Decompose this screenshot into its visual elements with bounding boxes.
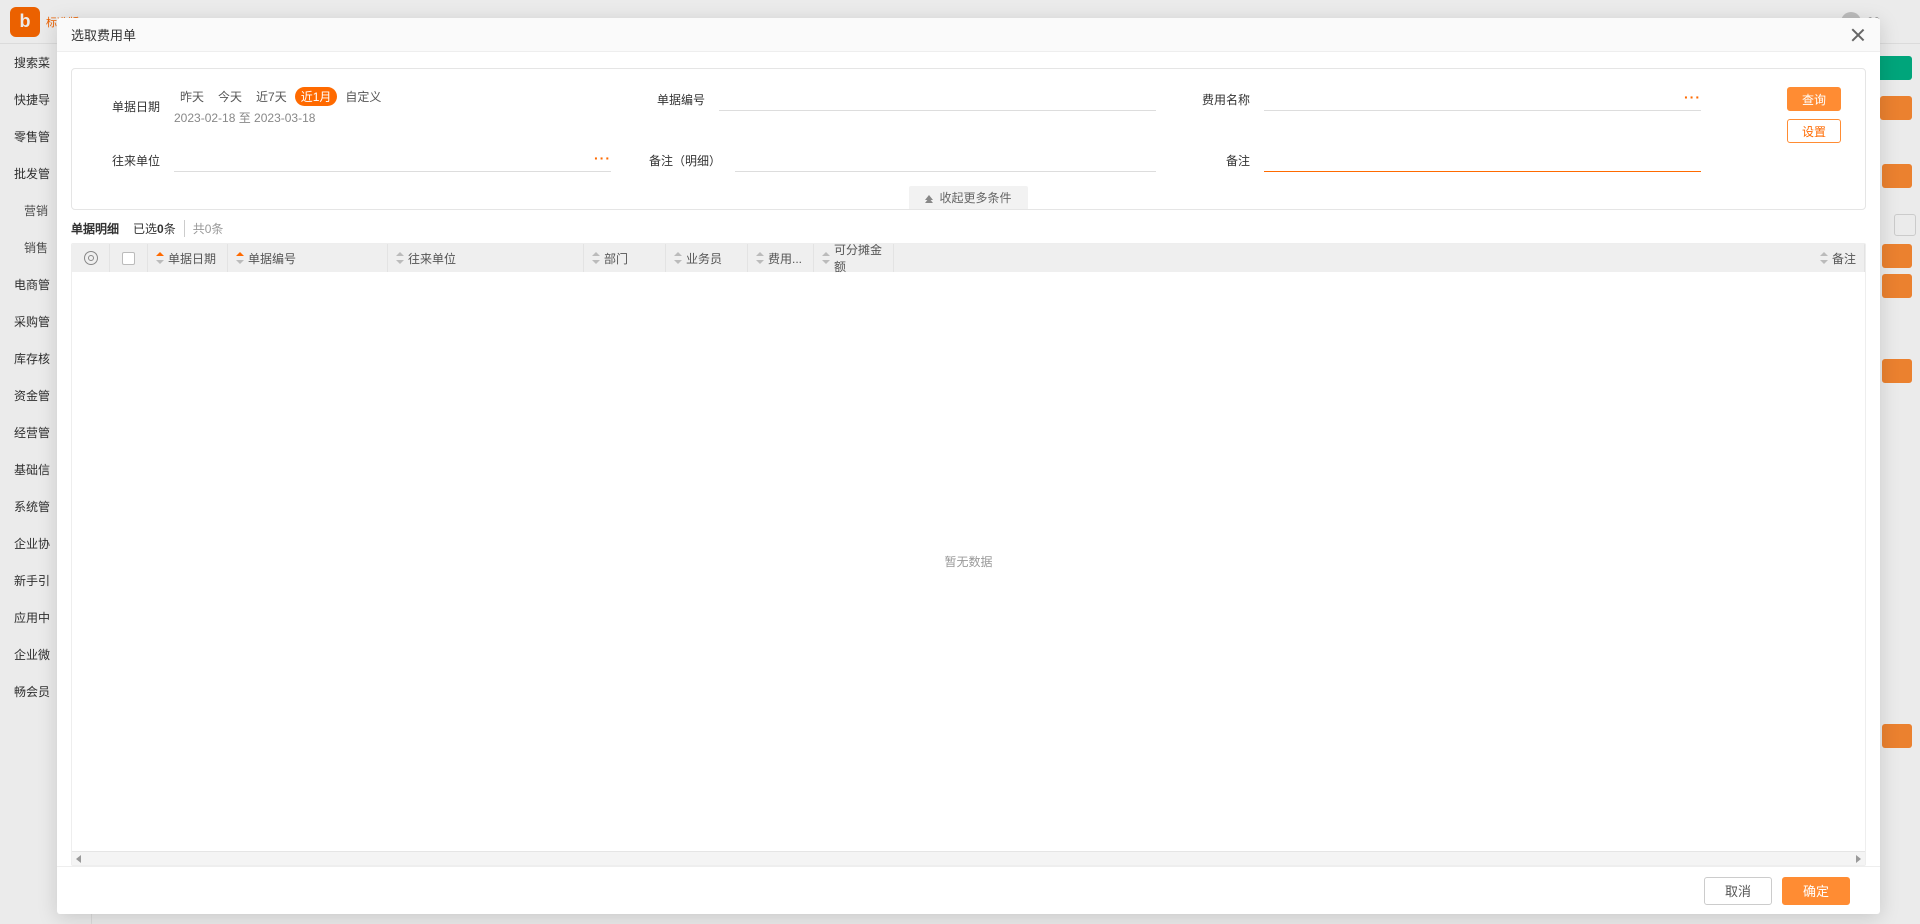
column-remark[interactable]: 备注	[894, 244, 1865, 272]
input-fee-name[interactable]	[1264, 87, 1701, 111]
modal-body: 单据日期 昨天 今天 近7天 近1月 自定义 2023-02-18 至 2023…	[57, 52, 1880, 866]
results-table: 单据日期 单据编号 往来单位 部门 业务员 费用... 可分摊金额 备注 暂无数…	[71, 243, 1866, 866]
column-settings[interactable]	[72, 244, 110, 272]
sort-icon	[756, 252, 764, 264]
horizontal-scrollbar[interactable]	[72, 851, 1865, 865]
ok-button[interactable]: 确定	[1782, 877, 1850, 905]
sort-icon	[156, 252, 164, 264]
more-icon[interactable]: ···	[1684, 89, 1701, 105]
date-range-text: 2023-02-18 至 2023-03-18	[174, 109, 611, 126]
column-unit[interactable]: 往来单位	[388, 244, 584, 272]
label-memo: 备注	[1186, 152, 1250, 169]
date-quick-chips: 昨天 今天 近7天 近1月 自定义	[174, 87, 611, 106]
checkbox-icon	[122, 252, 135, 265]
field-unit: 往来单位 ···	[96, 148, 611, 172]
more-icon[interactable]: ···	[594, 150, 611, 166]
sort-icon	[1820, 252, 1828, 264]
chip-custom[interactable]: 自定义	[339, 87, 387, 106]
label-date: 单据日期	[96, 98, 160, 115]
column-dept[interactable]: 部门	[584, 244, 666, 272]
column-fee[interactable]: 费用...	[748, 244, 814, 272]
field-code: 单据编号	[641, 87, 1156, 111]
table-header: 单据日期 单据编号 往来单位 部门 业务员 费用... 可分摊金额 备注	[72, 244, 1865, 272]
sort-icon	[592, 252, 600, 264]
total-count: 共0条	[184, 220, 224, 237]
gear-icon	[84, 251, 98, 265]
selected-count: 已选0条	[133, 220, 176, 237]
column-select-all[interactable]	[110, 244, 148, 272]
column-alloc[interactable]: 可分摊金额	[814, 244, 894, 272]
modal-footer: 取消 确定	[57, 866, 1880, 914]
sort-icon	[822, 252, 830, 264]
field-memo: 备注	[1186, 148, 1701, 172]
sort-icon	[674, 252, 682, 264]
chip-last-month[interactable]: 近1月	[295, 87, 338, 106]
detail-bar: 单据明细 已选0条 共0条	[71, 220, 1866, 237]
label-unit: 往来单位	[96, 152, 160, 169]
sort-icon	[396, 252, 404, 264]
column-code[interactable]: 单据编号	[228, 244, 388, 272]
sort-icon	[236, 252, 244, 264]
input-memo[interactable]	[1264, 148, 1701, 172]
chip-last7[interactable]: 近7天	[250, 87, 293, 106]
column-biz[interactable]: 业务员	[666, 244, 748, 272]
field-memo-detail: 备注（明细）	[641, 148, 1156, 172]
input-memo-detail[interactable]	[735, 148, 1156, 172]
label-memo-detail: 备注（明细）	[641, 152, 721, 169]
modal-header: 选取费用单	[57, 18, 1880, 52]
collapse-conditions-button[interactable]: 收起更多条件	[909, 186, 1027, 209]
field-fee-name: 费用名称 ···	[1186, 87, 1701, 111]
select-expense-modal: 选取费用单 单据日期 昨天 今天 近7天 近1月 自定义	[57, 18, 1880, 914]
label-code: 单据编号	[641, 91, 705, 108]
chip-yesterday[interactable]: 昨天	[174, 87, 210, 106]
column-date[interactable]: 单据日期	[148, 244, 228, 272]
input-code[interactable]	[719, 87, 1156, 111]
field-date: 单据日期 昨天 今天 近7天 近1月 自定义 2023-02-18 至 2023…	[96, 87, 611, 126]
chip-today[interactable]: 今天	[212, 87, 248, 106]
input-unit[interactable]	[174, 148, 611, 172]
close-icon[interactable]	[1850, 27, 1866, 43]
modal-title: 选取费用单	[71, 25, 136, 44]
label-fee-name: 费用名称	[1186, 91, 1250, 108]
collapse-label: 收起更多条件	[939, 189, 1011, 206]
search-panel: 单据日期 昨天 今天 近7天 近1月 自定义 2023-02-18 至 2023…	[71, 68, 1866, 210]
query-button[interactable]: 查询	[1787, 87, 1841, 111]
cancel-button[interactable]: 取消	[1704, 877, 1772, 905]
empty-text: 暂无数据	[944, 553, 992, 570]
chevron-up-icon	[925, 195, 933, 200]
table-body-empty: 暂无数据	[72, 272, 1865, 851]
settings-button[interactable]: 设置	[1787, 119, 1841, 143]
detail-title: 单据明细	[71, 220, 119, 237]
